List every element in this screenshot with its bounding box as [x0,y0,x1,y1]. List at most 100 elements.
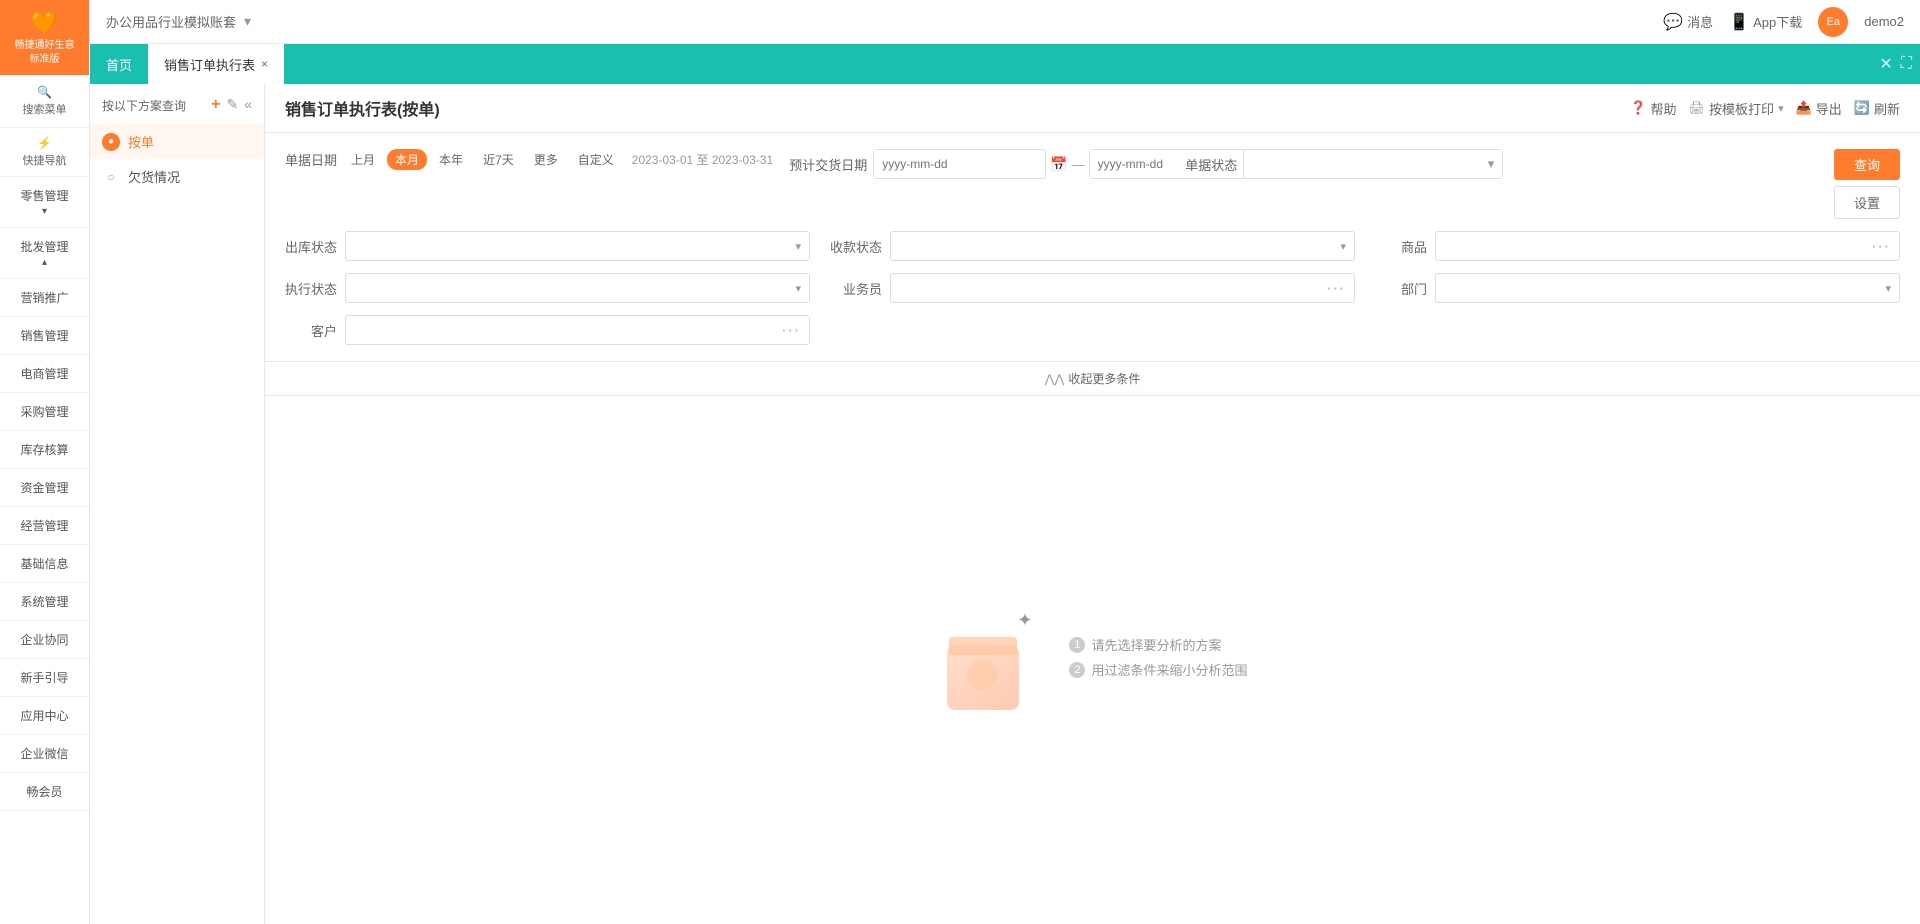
sidebar-item-basic[interactable]: 基础信息 [0,545,89,583]
sidebar-item-finance[interactable]: 资金管理 [0,469,89,507]
customer-dots-icon: ··· [782,323,801,338]
shortcut-icon: ⚡ [37,136,52,150]
sidebar-item-purchase[interactable]: 采购管理 [0,393,89,431]
exec-select[interactable]: ▾ [345,273,810,303]
main-area: 办公用品行业模拟账套 ▾ 💬 消息 📱 App下载 Ea demo2 首页 销售… [90,0,1920,924]
sidebar-item-wechat-label: 企业微信 [20,745,68,762]
status-label: 单据状态 [1185,155,1237,174]
sidebar-item-operation[interactable]: 经营管理 [0,507,89,545]
sidebar-item-member[interactable]: 畅会员 [0,773,89,811]
sidebar-item-wholesale[interactable]: 批发管理 ▴ [0,228,89,279]
date-shortcut-more[interactable]: 更多 [526,149,566,170]
tab-maximize-icon[interactable]: ⛶ [1901,55,1912,73]
date-shortcut-last-month[interactable]: 上月 [343,149,383,170]
date-shortcut-custom[interactable]: 自定义 [570,149,622,170]
sidebar-item-operation-label: 经营管理 [20,517,68,534]
add-scheme-button[interactable]: + [211,96,220,114]
sidebar-item-enterprise[interactable]: 企业协同 [0,621,89,659]
date-shortcut-this-month[interactable]: 本月 [387,149,427,170]
setting-button[interactable]: 设置 [1834,186,1900,219]
sidebar: 🧡 畅捷通好生意 标准版 🔍 搜索菜单 ⚡ 快捷导航 零售管理 ▾ 批发管理 ▴… [0,0,90,924]
customer-select[interactable]: ··· [345,315,810,345]
sidebar-item-member-label: 畅会员 [26,783,62,800]
customer-dots-control[interactable]: ··· [345,315,810,345]
exec-filter-cell: 执行状态 ▾ [285,273,810,303]
debt-icon: ○ [102,168,120,186]
nav-item-debt[interactable]: ○ 欠货情况 [90,159,264,194]
payment-select[interactable]: ▾ [890,231,1355,261]
sidebar-search[interactable]: 🔍 搜索菜单 [0,75,89,128]
goods-select[interactable]: ··· [1435,231,1900,261]
retail-arrow: ▾ [42,206,47,217]
goods-dots-control[interactable]: ··· [1435,231,1900,261]
left-panel: 按以下方案查询 + ✎ « ● 按单 ○ 欠货情况 [90,84,265,924]
dept-select[interactable]: ▾ [1435,273,1900,303]
sidebar-item-system[interactable]: 系统管理 [0,583,89,621]
payment-select-control[interactable]: ▾ [890,231,1355,261]
hint-text-1: 请先选择要分析的方案 [1091,635,1221,654]
help-button[interactable]: ❓ 帮助 [1630,99,1676,118]
salesman-dots-control[interactable]: ··· [890,273,1355,303]
tab-close-window-icon[interactable]: ✕ [1879,54,1892,74]
edit-scheme-button[interactable]: ✎ [226,96,238,114]
sidebar-shortcut-label: 快捷导航 [8,152,81,168]
date-shortcut-this-year[interactable]: 本年 [431,149,471,170]
tab-sales-order[interactable]: 销售订单执行表 × [148,44,284,84]
query-button[interactable]: 查询 [1834,149,1900,180]
sidebar-shortcut[interactable]: ⚡ 快捷导航 [0,128,89,177]
calendar-from-icon[interactable]: 📅 [1050,156,1067,173]
sidebar-item-inventory[interactable]: 库存核算 [0,431,89,469]
tab-home[interactable]: 首页 [90,44,148,84]
status-select[interactable]: ▾ [1243,149,1503,179]
hint-text-2: 用过滤条件来缩小分析范围 [1091,660,1247,679]
sidebar-item-retail-label: 零售管理 [20,187,68,204]
hint-num-1: 1 [1069,637,1085,653]
star-icon: ✦ [1017,610,1032,631]
forecast-date-from-group: 📅 — 📅 [873,149,1153,179]
top-header-right: 💬 消息 📱 App下载 Ea demo2 [1663,7,1904,37]
left-panel-actions: + ✎ « [211,96,252,114]
date-shortcut-7days[interactable]: 近7天 [475,149,522,170]
dept-filter-cell: 部门 ▾ [1375,273,1900,303]
refresh-button[interactable]: 🔄 刷新 [1854,99,1900,118]
export-label: 导出 [1816,99,1842,118]
empty-state: ✦ 1 请先选择要分析的方案 2 用过滤条件来缩小分析范围 [265,396,1920,924]
refresh-label: 刷新 [1874,99,1900,118]
sidebar-item-marketing[interactable]: 营销推广 [0,279,89,317]
collapse-panel-button[interactable]: « [244,96,252,114]
salesman-select[interactable]: ··· [890,273,1355,303]
top-header: 办公用品行业模拟账套 ▾ 💬 消息 📱 App下载 Ea demo2 [90,0,1920,44]
forecast-date-from-input[interactable] [873,149,1046,179]
app-logo[interactable]: 🧡 畅捷通好生意 标准版 [0,0,89,75]
sidebar-item-sales[interactable]: 销售管理 [0,317,89,355]
collapse-row[interactable]: ⋀⋀ 收起更多条件 [265,362,1920,396]
sidebar-item-ecommerce[interactable]: 电商管理 [0,355,89,393]
top-header-left: 办公用品行业模拟账套 ▾ [106,12,251,31]
sidebar-item-newuser[interactable]: 新手引导 [0,659,89,697]
dept-select-control[interactable]: ▾ [1435,273,1900,303]
sidebar-item-retail[interactable]: 零售管理 ▾ [0,177,89,228]
nav-item-orders[interactable]: ● 按单 [90,124,264,159]
refresh-icon: 🔄 [1854,100,1870,116]
export-button[interactable]: 📤 导出 [1796,99,1842,118]
sidebar-item-appstore[interactable]: 应用中心 [0,697,89,735]
message-button[interactable]: 💬 消息 [1663,12,1713,32]
exec-select-control[interactable]: ▾ [345,273,810,303]
print-dropdown-icon[interactable]: ▾ [1778,102,1784,115]
user-name[interactable]: demo2 [1864,14,1904,29]
sidebar-item-inventory-label: 库存核算 [20,441,68,458]
sidebar-item-wechat[interactable]: 企业微信 [0,735,89,773]
stock-select-control[interactable]: ▾ [345,231,810,261]
empty-hint-1: 1 请先选择要分析的方案 [1069,635,1247,654]
print-button[interactable]: 🖨 按模板打印 ▾ [1689,99,1784,118]
stock-filter-cell: 出库状态 ▾ [285,231,810,261]
top-header-dropdown-icon[interactable]: ▾ [244,13,251,30]
logo-sub: 标准版 [4,53,85,67]
filter-section: 单据日期 上月 本月 本年 近7天 更多 自定义 2023-03-01 至 20… [265,133,1920,362]
app-download-button[interactable]: 📱 App下载 [1729,12,1802,32]
status-chevron-icon: ▾ [1488,156,1495,172]
user-avatar[interactable]: Ea [1818,7,1848,37]
tab-close-icon[interactable]: × [261,57,268,71]
salesman-label: 业务员 [830,279,882,298]
stock-select[interactable]: ▾ [345,231,810,261]
